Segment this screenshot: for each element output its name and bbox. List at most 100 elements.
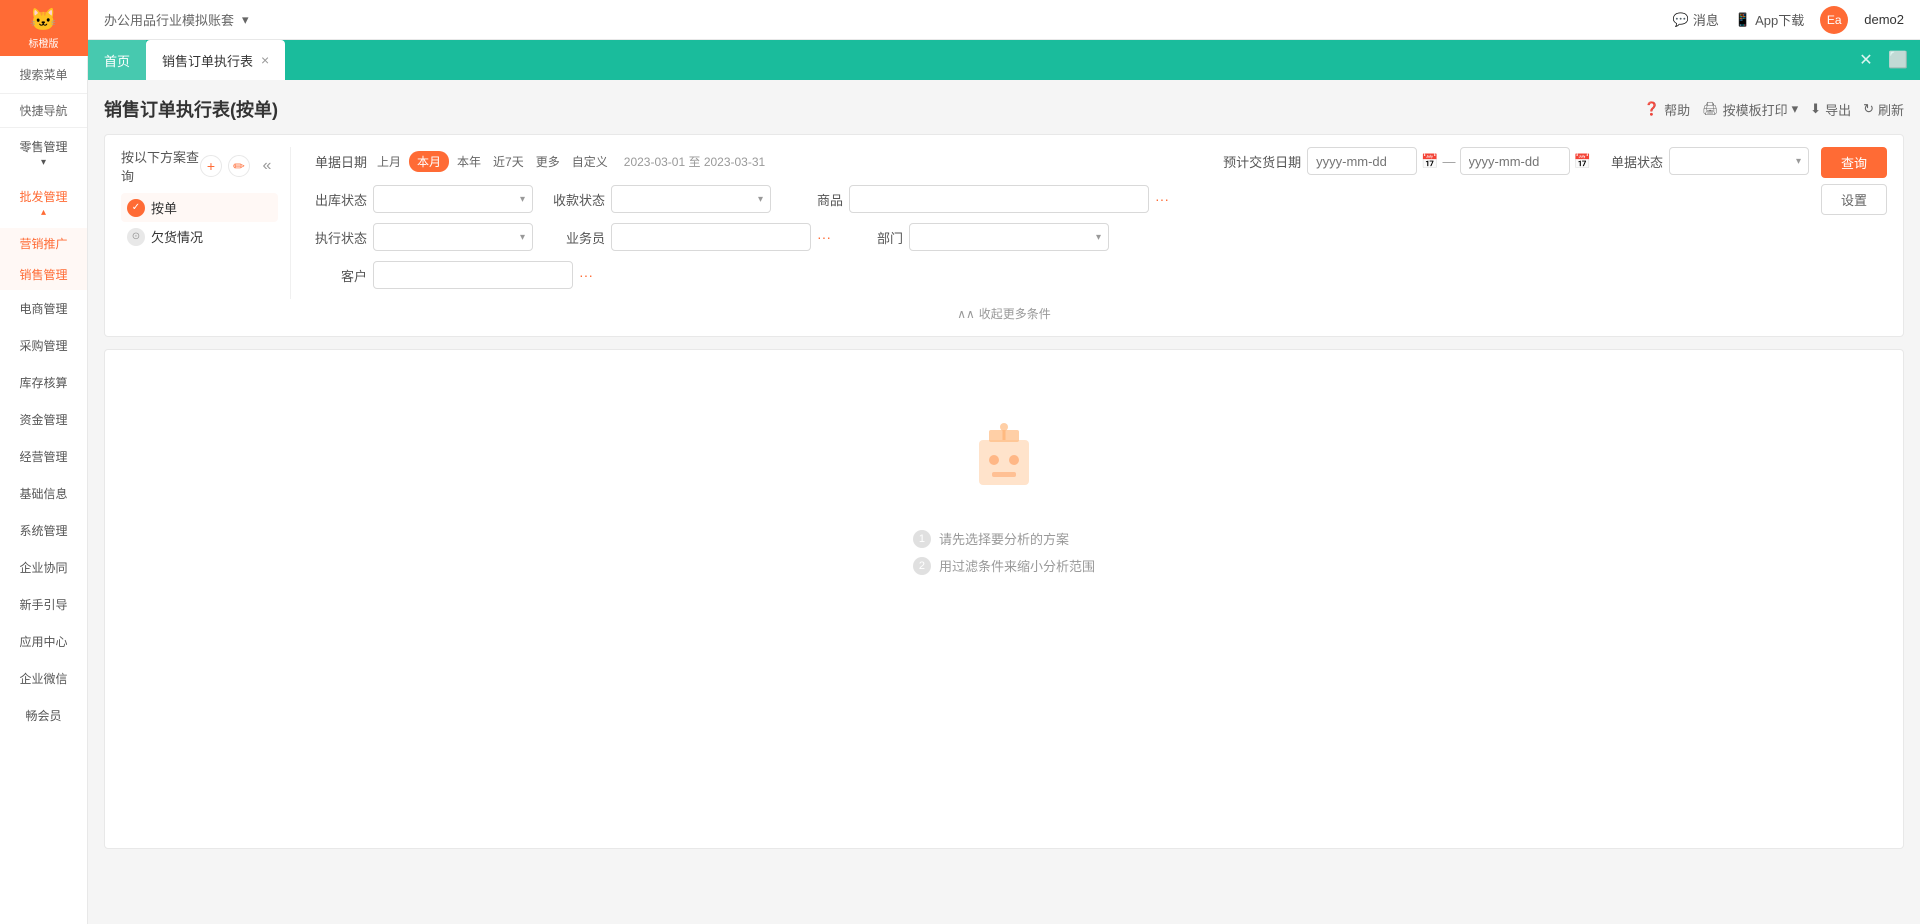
sidebar-item-wechat[interactable]: 企业微信: [0, 660, 87, 697]
edit-scheme-button[interactable]: ✏: [228, 155, 250, 177]
salesperson-picker-icon[interactable]: ···: [817, 229, 831, 245]
exec-status-select[interactable]: [373, 223, 533, 251]
sidebar-item-wholesale[interactable]: 批发管理 ▴: [0, 178, 87, 228]
scheme-label: 按以下方案查询: [121, 147, 200, 185]
collapse-button[interactable]: ∧∧ 收起更多条件: [957, 305, 1051, 322]
sidebar-item-purchase[interactable]: 采购管理: [0, 327, 87, 364]
sidebar-item-finance[interactable]: 资金管理: [0, 401, 87, 438]
date-input-group: 📅 — 📅: [1307, 147, 1591, 175]
delivery-status-select[interactable]: [373, 185, 533, 213]
app-download-label: App下载: [1755, 10, 1804, 29]
sidebar-item-label: 企业微信: [19, 670, 67, 687]
sidebar-item-retail[interactable]: 零售管理 ▾: [0, 128, 87, 178]
sidebar-item-label: 基础信息: [19, 485, 67, 502]
sidebar-item-ecommerce[interactable]: 电商管理: [0, 290, 87, 327]
date-tab-this-month[interactable]: 本月: [409, 151, 449, 172]
user-avatar[interactable]: Ea: [1820, 6, 1848, 34]
sidebar-section: 零售管理 ▾ 批发管理 ▴ 营销推广 销售管理 电商管理 采购管理 库存核算 资…: [0, 128, 87, 734]
scheme-item-owe[interactable]: ⊙ 欠货情况: [121, 222, 278, 251]
search-label: 搜索菜单: [0, 66, 87, 83]
date-tab-custom[interactable]: 自定义: [568, 151, 612, 172]
settings-button[interactable]: 设置: [1821, 184, 1887, 215]
empty-hints: 1 请先选择要分析的方案 2 用过滤条件来缩小分析范围: [913, 529, 1095, 575]
calendar-icon-end[interactable]: 📅: [1574, 153, 1591, 170]
tab-home[interactable]: 首页: [88, 40, 146, 80]
sidebar-item-label: 电商管理: [19, 300, 67, 317]
sidebar-item-label: 经营管理: [19, 448, 67, 465]
payment-status-select[interactable]: [611, 185, 771, 213]
add-scheme-button[interactable]: +: [200, 155, 222, 177]
goods-picker-icon[interactable]: ···: [1155, 191, 1169, 207]
scheme-item-order[interactable]: ✓ 按单: [121, 193, 278, 222]
salesperson-input[interactable]: [611, 223, 811, 251]
date-tab-last-month[interactable]: 上月: [373, 151, 405, 172]
topbar-left: 办公用品行业模拟账套 ▾: [104, 10, 249, 29]
sidebar-item-label: 批发管理: [19, 188, 67, 205]
help-button[interactable]: ❓ 帮助: [1644, 100, 1690, 119]
export-button[interactable]: ⬇ 导出: [1810, 100, 1851, 119]
customer-picker-icon[interactable]: ···: [579, 267, 593, 283]
status-field-label: 单据状态: [1603, 152, 1663, 171]
date-start-input[interactable]: [1307, 147, 1417, 175]
tab-close-window-button[interactable]: ✕: [1852, 46, 1880, 74]
salesperson-label: 业务员: [545, 228, 605, 247]
date-range-text: 2023-03-01 至 2023-03-31: [624, 153, 765, 170]
expected-delivery-field: 预计交货日期 📅 — 📅: [1223, 147, 1591, 175]
sidebar-search[interactable]: 搜索菜单: [0, 56, 87, 94]
print-icon: 🖨: [1702, 101, 1719, 117]
exec-status-label: 执行状态: [307, 228, 367, 247]
customer-input[interactable]: [373, 261, 573, 289]
empty-illustration: [954, 410, 1054, 513]
date-tab-7days[interactable]: 近7天: [489, 151, 528, 172]
scheme-label-order: 按单: [151, 198, 177, 217]
sidebar-item-appstore[interactable]: 应用中心: [0, 623, 87, 660]
tab-close-icon[interactable]: ×: [261, 52, 269, 68]
topbar-dropdown-icon[interactable]: ▾: [242, 12, 249, 28]
goods-label: 商品: [783, 190, 843, 209]
scheme-icon-order: ✓: [127, 199, 145, 217]
sidebar-item-member[interactable]: 畅会员: [0, 697, 87, 734]
sidebar-item-basic[interactable]: 基础信息: [0, 475, 87, 512]
sidebar-item-system[interactable]: 系统管理: [0, 512, 87, 549]
user-name[interactable]: demo2: [1864, 12, 1904, 27]
sidebar-item-operations[interactable]: 经营管理: [0, 438, 87, 475]
refresh-icon: ↻: [1863, 101, 1874, 117]
collapse-label: 收起更多条件: [979, 305, 1051, 322]
content-area: 销售订单执行表(按单) ❓ 帮助 🖨 按模板打印 ▾ ⬇ 导出: [88, 80, 1920, 924]
sidebar-item-label: 新手引导: [19, 596, 67, 613]
print-button[interactable]: 🖨 按模板打印 ▾: [1702, 100, 1798, 119]
search-button[interactable]: 查询: [1821, 147, 1887, 178]
collapse-row: ∧∧ 收起更多条件: [121, 299, 1887, 324]
sidebar-item-enterprise[interactable]: 企业协同: [0, 549, 87, 586]
industry-label: 办公用品行业模拟账套: [104, 10, 234, 29]
dept-select[interactable]: [909, 223, 1109, 251]
date-tab-this-year[interactable]: 本年: [453, 151, 485, 172]
tab-maximize-button[interactable]: ⬜: [1884, 46, 1912, 74]
exec-status-field: 执行状态 ▾: [307, 223, 533, 251]
sidebar-sub-item-sales[interactable]: 销售管理: [0, 259, 87, 290]
sidebar-sub-item-label: 销售管理: [19, 268, 67, 282]
scheme-label-owe: 欠货情况: [151, 227, 203, 246]
message-button[interactable]: 💬 消息: [1673, 10, 1719, 29]
sidebar-sub-item-marketing[interactable]: 营销推广: [0, 228, 87, 259]
sidebar-logo[interactable]: 🐱 标橙版: [0, 0, 88, 56]
sidebar: 🐱 标橙版 搜索菜单 快捷导航 零售管理 ▾ 批发管理 ▴ 营销推广 销售管理 …: [0, 0, 88, 924]
refresh-button[interactable]: ↻ 刷新: [1863, 100, 1904, 119]
filter-main: 单据日期 上月 本月 本年 近7天 更多 自定义 2023: [291, 147, 1809, 299]
sidebar-quick-nav[interactable]: 快捷导航: [0, 94, 87, 128]
payment-status-wrapper: ▾: [611, 185, 771, 213]
goods-input[interactable]: [849, 185, 1149, 213]
sidebar-item-newbie[interactable]: 新手引导: [0, 586, 87, 623]
date-tab-more[interactable]: 更多: [532, 151, 564, 172]
date-end-input[interactable]: [1460, 147, 1570, 175]
hint-text-2: 用过滤条件来缩小分析范围: [939, 556, 1095, 575]
collapse-sidebar-button[interactable]: «: [256, 155, 278, 177]
status-select[interactable]: [1669, 147, 1809, 175]
filter-panel-body: 按以下方案查询 + ✏ « ✓ 按单 ⊙: [121, 147, 1887, 299]
tab-sales-list[interactable]: 销售订单执行表 ×: [146, 40, 285, 80]
app-download-button[interactable]: 📱 App下载: [1735, 10, 1804, 29]
sidebar-item-inventory[interactable]: 库存核算: [0, 364, 87, 401]
scheme-icon-owe: ⊙: [127, 228, 145, 246]
dept-field: 部门 ▾: [843, 223, 1109, 251]
calendar-icon-start[interactable]: 📅: [1421, 153, 1438, 170]
